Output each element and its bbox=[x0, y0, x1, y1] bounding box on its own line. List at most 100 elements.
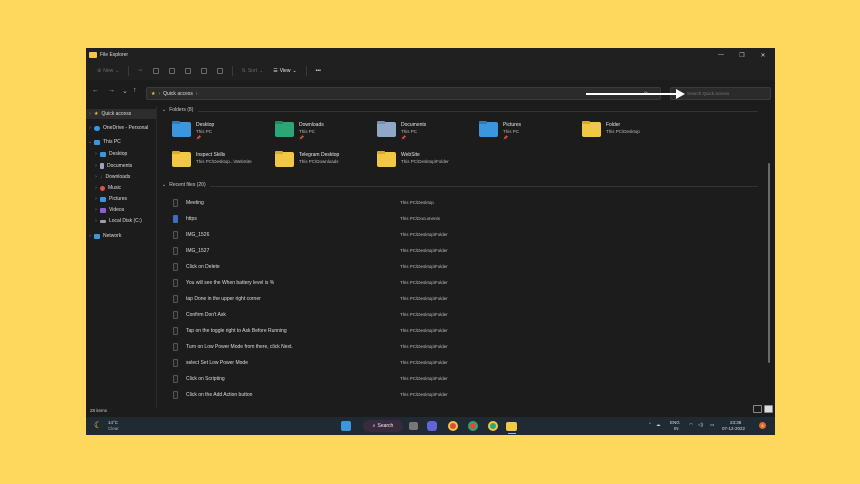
up-arrow-icon[interactable]: ↑ bbox=[133, 87, 137, 94]
notification-badge[interactable]: 4 bbox=[759, 422, 766, 429]
chrome-icon[interactable] bbox=[468, 421, 478, 431]
sidebar-item-music[interactable]: › Music bbox=[86, 183, 156, 193]
teams-chat-icon[interactable] bbox=[427, 421, 437, 431]
language-indicator[interactable]: ENG bbox=[670, 420, 680, 425]
file-row[interactable]: Click on Scripting This PC\Desktop\Folde… bbox=[170, 371, 760, 387]
forward-arrow-icon[interactable]: → bbox=[108, 87, 115, 94]
file-row[interactable]: tap Done in the upper right corner This … bbox=[170, 291, 760, 307]
new-button[interactable]: ⊕ New ⌄ bbox=[94, 65, 122, 77]
taskbar: ☾ 14°C Clear ⌕ Search ⌃ ☁ ENG IN ◠ ◁) ▭ … bbox=[86, 417, 775, 435]
file-name: Click on Scripting bbox=[186, 376, 225, 382]
sidebar-item-pictures[interactable]: › Pictures bbox=[86, 194, 156, 204]
search-icon: ⌕ bbox=[372, 423, 376, 429]
file-row[interactable]: Click on Delete This PC\Desktop\Folder bbox=[170, 259, 760, 275]
chevron-down-icon: ⌄ bbox=[115, 68, 120, 74]
back-arrow-icon[interactable]: ← bbox=[92, 87, 99, 94]
folder-tile-inspect-skills[interactable]: Inspect Skills This PC\Desktop...\WebSit… bbox=[172, 151, 272, 175]
vertical-scrollbar[interactable] bbox=[768, 163, 770, 363]
tiles-view-button[interactable] bbox=[764, 405, 773, 413]
file-row[interactable]: Tap on the toggle right to Ask Before Ru… bbox=[170, 323, 760, 339]
file-location: This PC\Desktop\Folder bbox=[400, 280, 448, 285]
sort-button[interactable]: ⇅ Sort ⌄ bbox=[239, 65, 267, 77]
folder-tile-telegram-desktop[interactable]: Telegram Desktop This PC\Downloads bbox=[275, 151, 375, 175]
sidebar-item-quick-access[interactable]: › ★ Quick access bbox=[86, 109, 156, 119]
weather-moon-icon[interactable]: ☾ bbox=[94, 420, 102, 431]
chevron-right-icon: › bbox=[95, 196, 97, 202]
cloud-sync-icon[interactable]: ☁ bbox=[656, 422, 661, 428]
annotation-arrow-line bbox=[586, 93, 678, 95]
search-input[interactable] bbox=[687, 91, 767, 96]
clock-time[interactable]: 23:38 bbox=[730, 420, 741, 425]
sidebar-item-local-disk[interactable]: › Local Disk (C:) bbox=[86, 216, 156, 226]
address-bar[interactable]: ★ › Quick access › ⟳ bbox=[146, 87, 661, 100]
folder-tile-website[interactable]: WebSite This PC\Desktop\Folder bbox=[377, 151, 477, 175]
folder-location: This PC\Desktop\Folder bbox=[401, 159, 449, 164]
folders-section-title: Folders (8) bbox=[169, 107, 194, 113]
chevron-up-icon[interactable]: ⌃ bbox=[648, 422, 652, 428]
volume-icon[interactable]: ◁) bbox=[698, 422, 703, 428]
start-windows-icon[interactable] bbox=[341, 421, 351, 431]
file-name: https bbox=[186, 216, 197, 222]
wifi-icon[interactable]: ◠ bbox=[689, 422, 693, 428]
folder-location: This PC\Desktop...\WebSite bbox=[196, 159, 252, 164]
file-name: select Set Low Power Mode bbox=[186, 360, 248, 366]
folder-location: This PC\Downloads bbox=[299, 159, 339, 164]
file-row[interactable]: IMG_1526 This PC\Desktop\Folder bbox=[170, 227, 760, 243]
file-row[interactable]: select Set Low Power Mode This PC\Deskto… bbox=[170, 355, 760, 371]
share-button[interactable] bbox=[198, 65, 210, 77]
sidebar-item-documents[interactable]: › Documents bbox=[86, 161, 156, 171]
file-row[interactable]: You will see the When battery level is %… bbox=[170, 275, 760, 291]
recent-files-section-title: Recent files (20) bbox=[169, 182, 206, 188]
file-row[interactable]: Turn on Low Power Mode from there, click… bbox=[170, 339, 760, 355]
file-row[interactable]: IMG_1527 This PC\Desktop\Folder bbox=[170, 243, 760, 259]
navigation-pane: › ★ Quick access › OneDrive - Personal ⌄… bbox=[86, 106, 156, 408]
sidebar-item-onedrive[interactable]: › OneDrive - Personal bbox=[86, 123, 156, 133]
folder-tile-folder[interactable]: Folder This PC\Desktop bbox=[582, 121, 682, 145]
maximize-button[interactable]: ❐ bbox=[731, 48, 753, 62]
new-label: New bbox=[103, 68, 114, 74]
address-path: Quick access bbox=[163, 90, 193, 97]
image-thumbnail-icon bbox=[173, 279, 178, 287]
folder-tile-pictures[interactable]: Pictures This PC 📌 bbox=[479, 121, 579, 145]
sidebar-item-network[interactable]: › Network bbox=[86, 231, 156, 241]
sidebar-item-desktop[interactable]: › Desktop bbox=[86, 149, 156, 159]
search-box[interactable]: ⌕ bbox=[670, 87, 771, 100]
delete-button[interactable] bbox=[214, 65, 226, 77]
file-row[interactable]: Meeting This PC\Desktop bbox=[170, 195, 760, 211]
sidebar-item-this-pc[interactable]: ⌄ This PC bbox=[86, 137, 156, 147]
details-view-button[interactable] bbox=[753, 405, 762, 413]
folders-section-header[interactable]: ⌄ Folders (8) bbox=[162, 107, 193, 113]
task-view-icon[interactable] bbox=[409, 422, 418, 430]
file-explorer-taskbar-icon[interactable] bbox=[506, 422, 517, 431]
folder-name: Inspect Skills bbox=[196, 152, 226, 158]
chevron-right-icon: › bbox=[95, 151, 97, 157]
chrome-icon[interactable] bbox=[488, 421, 498, 431]
file-row[interactable]: Click on the Add Action button This PC\D… bbox=[170, 387, 760, 403]
cloud-icon bbox=[94, 125, 100, 131]
weather-temperature: 14°C bbox=[108, 420, 119, 425]
battery-icon[interactable]: ▭ bbox=[710, 422, 714, 428]
file-row[interactable]: https This PC\Documents bbox=[170, 211, 760, 227]
view-button[interactable]: ☰ View ⌄ bbox=[270, 65, 299, 77]
folder-name: Folder bbox=[606, 122, 621, 128]
close-button[interactable]: ✕ bbox=[752, 48, 774, 62]
copy-button[interactable] bbox=[150, 65, 162, 77]
recent-locations-chevron-icon[interactable]: ⌄ bbox=[122, 87, 128, 95]
chrome-icon[interactable] bbox=[448, 421, 458, 431]
separator bbox=[231, 66, 233, 76]
file-row[interactable]: Confirm Don't Ask This PC\Desktop\Folder bbox=[170, 307, 760, 323]
sidebar-item-videos[interactable]: › Videos bbox=[86, 205, 156, 215]
file-location: This PC\Desktop\Folder bbox=[400, 344, 448, 349]
minimize-button[interactable]: — bbox=[710, 48, 732, 62]
sidebar-item-downloads[interactable]: › ↓ Downloads bbox=[86, 172, 156, 182]
folder-tile-downloads[interactable]: Downloads This PC 📌 bbox=[275, 121, 375, 145]
paste-button[interactable] bbox=[166, 65, 178, 77]
cut-button[interactable]: ✂ bbox=[135, 65, 145, 77]
taskbar-search-button[interactable]: ⌕ Search bbox=[363, 420, 403, 432]
folder-tile-documents[interactable]: Documents This PC 📌 bbox=[377, 121, 477, 145]
recent-files-section-header[interactable]: ⌄ Recent files (20) bbox=[162, 182, 206, 188]
copy-icon bbox=[152, 68, 159, 74]
more-options-button[interactable]: ••• bbox=[313, 65, 324, 77]
rename-button[interactable] bbox=[182, 65, 194, 77]
folder-tile-desktop[interactable]: Desktop This PC 📌 bbox=[172, 121, 272, 145]
